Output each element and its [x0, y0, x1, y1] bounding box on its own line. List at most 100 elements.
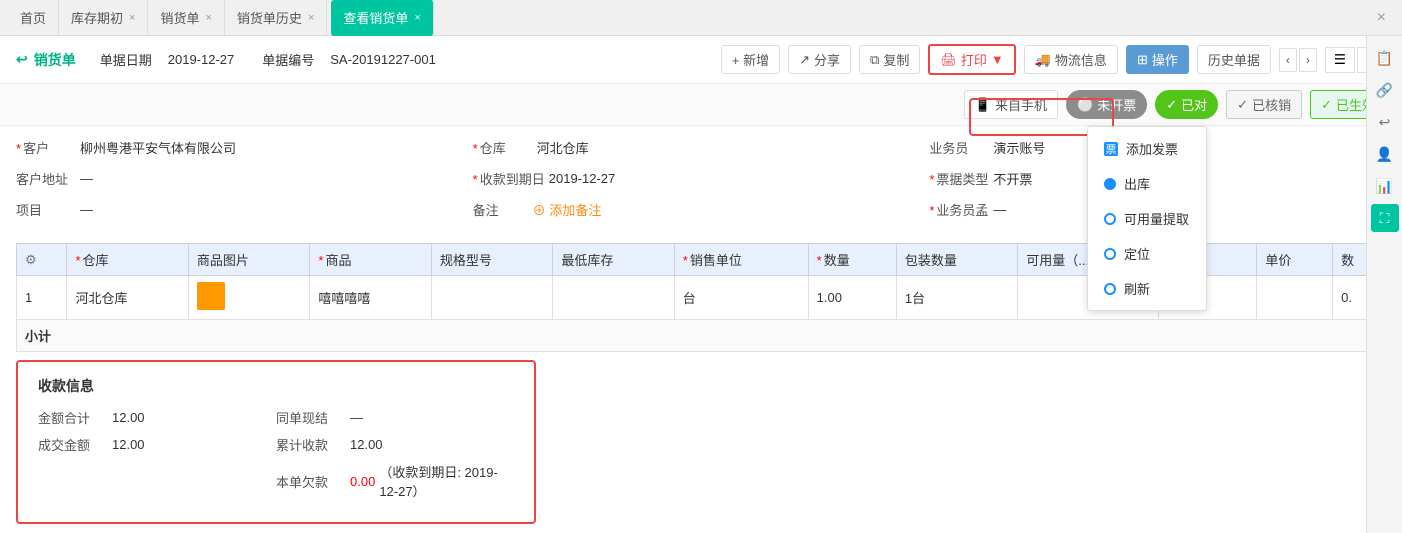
sidebar-icon-5[interactable]: 📊	[1371, 172, 1399, 200]
available-qty-item[interactable]: 可用量提取	[1088, 201, 1206, 236]
print-icon: 🖨	[940, 52, 957, 68]
not-open-button[interactable]: ⚪ 未开票	[1066, 90, 1147, 119]
ticket-type-value: 不开票	[993, 169, 1032, 188]
customer-value: 柳州粤港平安气体有限公司	[80, 138, 236, 157]
cancelled-icon: ✓	[1237, 97, 1248, 113]
tab-home[interactable]: 首页	[8, 0, 59, 36]
due-date-value: 2019-12-27	[549, 171, 616, 186]
salesperson-value: —	[993, 202, 1006, 217]
next-button[interactable]: ›	[1299, 48, 1317, 72]
payment-row-3: 本单欠款 0.00 （收款到期日: 2019-12-27）	[38, 462, 514, 500]
close-view-sales[interactable]: ×	[414, 12, 420, 24]
sidebar-icon-expand[interactable]: ⛶	[1371, 204, 1399, 232]
outbound-label: 出库	[1124, 174, 1150, 193]
row-spec	[431, 276, 552, 320]
content-area: ↩ 销货单 单据日期 2019-12-27 单据编号 SA-20191227-0…	[0, 36, 1402, 533]
project-field: 项目 —	[16, 200, 473, 219]
row-pack-qty: 1台	[896, 276, 1017, 320]
from-mobile-button[interactable]: 📱 来自手机	[964, 90, 1058, 119]
tab-sales-history[interactable]: 销货单历史 ×	[225, 0, 327, 36]
product-image	[197, 282, 225, 310]
sidebar-icon-3[interactable]: ↩	[1371, 108, 1399, 136]
sidebar-icon-4[interactable]: 👤	[1371, 140, 1399, 168]
window-close-button[interactable]: ×	[1369, 5, 1394, 31]
doc-meta: 单据日期 2019-12-27 单据编号 SA-20191227-001	[100, 50, 721, 69]
row-img	[188, 276, 309, 320]
due-note: （收款到期日: 2019-12-27）	[379, 462, 514, 500]
refresh-label: 刷新	[1124, 279, 1150, 298]
list-view-button[interactable]: ☰	[1325, 47, 1355, 73]
right-sidebar: 📋 🔗 ↩ 👤 📊 ⛶	[1366, 36, 1402, 533]
row-qty: 1.00	[808, 276, 896, 320]
row-product: 嘻嘻嘻嘻	[310, 276, 431, 320]
date-label: 单据日期	[100, 50, 152, 69]
sidebar-icon-2[interactable]: 🔗	[1371, 76, 1399, 104]
settings-icon[interactable]: ⚙	[25, 252, 37, 267]
row-warehouse: 河北仓库	[67, 276, 188, 320]
operate-button[interactable]: ⊞ 操作	[1126, 45, 1189, 74]
balance-field-2: 本单欠款 0.00 （收款到期日: 2019-12-27）	[276, 462, 514, 500]
close-sales-history[interactable]: ×	[308, 12, 314, 24]
prev-button[interactable]: ‹	[1279, 48, 1297, 72]
payment-info-title: 收款信息	[38, 376, 514, 396]
share-icon: ↗	[799, 52, 810, 68]
warehouse-label: 仓库	[473, 138, 533, 157]
balance-value: 0.00	[350, 474, 375, 489]
due-date-label: 收款到期日	[473, 169, 545, 188]
mobile-icon: 📱	[975, 97, 991, 113]
col-settings[interactable]: ⚙	[17, 244, 67, 276]
tab-inventory-init[interactable]: 库存期初 ×	[59, 0, 148, 36]
deal-amount-label: 成交金额	[38, 435, 108, 454]
check-button[interactable]: ✓ 已对	[1155, 90, 1218, 119]
balance-label: 本单欠款	[276, 472, 346, 491]
col-price: 单价	[1257, 244, 1333, 276]
deal-amount-field: 成交金额 12.00	[38, 435, 276, 454]
refresh-item[interactable]: 刷新	[1088, 271, 1206, 306]
same-order-field: 同单现结 —	[276, 408, 514, 427]
payment-info-box: 收款信息 金额合计 12.00 同单现结 — 成交金额 12.00 累计收款	[16, 360, 536, 524]
outbound-item[interactable]: 出库	[1088, 166, 1206, 201]
total-field: 金额合计 12.00	[38, 408, 276, 427]
locate-icon	[1104, 248, 1116, 260]
plus-icon: ⊕	[533, 203, 546, 218]
cumulative-value: 12.00	[350, 437, 383, 452]
copy-button[interactable]: ⧉ 复制	[859, 45, 920, 74]
subtotal-row: 小计	[17, 320, 1386, 352]
print-button[interactable]: 🖨 打印 ▼	[928, 44, 1015, 75]
row-price	[1257, 276, 1333, 320]
logistics-button[interactable]: 🚚 物流信息	[1024, 45, 1118, 74]
doc-header: ↩ 销货单 单据日期 2019-12-27 单据编号 SA-20191227-0…	[0, 36, 1402, 84]
outbound-icon	[1104, 178, 1116, 190]
col-img: 商品图片	[188, 244, 309, 276]
row-no: 1	[17, 276, 67, 320]
close-inventory-init[interactable]: ×	[129, 12, 135, 24]
add-invoice-icon: 票	[1104, 142, 1118, 156]
no-value: SA-20191227-001	[330, 52, 436, 67]
col-unit: 销售单位	[674, 244, 808, 276]
history-button[interactable]: 历史单据	[1197, 45, 1271, 74]
doc-title-icon: ↩	[16, 51, 28, 68]
add-invoice-item[interactable]: 票 添加发票	[1088, 131, 1206, 166]
tab-view-sales[interactable]: 查看销货单 ×	[331, 0, 433, 36]
share-button[interactable]: ↗ 分享	[788, 45, 851, 74]
staff-label: 业务员	[929, 138, 989, 157]
salesperson-label: 业务员孟	[929, 200, 989, 219]
staff-value: 演示账号	[993, 138, 1045, 157]
ticket-type-label: 票据类型	[929, 169, 989, 188]
customer-field: 客户 柳州粤港平安气体有限公司	[16, 138, 473, 157]
new-button[interactable]: + 新增	[721, 45, 780, 74]
date-value: 2019-12-27	[168, 52, 235, 67]
cumulative-field: 累计收款 12.00	[276, 435, 514, 454]
no-label: 单据编号	[262, 50, 314, 69]
tab-sales-order[interactable]: 销货单 ×	[148, 0, 224, 36]
close-sales-order[interactable]: ×	[205, 12, 211, 24]
locate-item[interactable]: 定位	[1088, 236, 1206, 271]
note-label: 备注	[473, 200, 533, 219]
copy-icon: ⧉	[870, 52, 879, 68]
subtotal-label: 小计	[17, 320, 1386, 352]
add-note-button[interactable]: ⊕ 添加备注	[533, 200, 602, 219]
sidebar-icon-1[interactable]: 📋	[1371, 44, 1399, 72]
project-value: —	[80, 202, 93, 217]
col-warehouse: 仓库	[67, 244, 188, 276]
same-order-label: 同单现结	[276, 408, 346, 427]
